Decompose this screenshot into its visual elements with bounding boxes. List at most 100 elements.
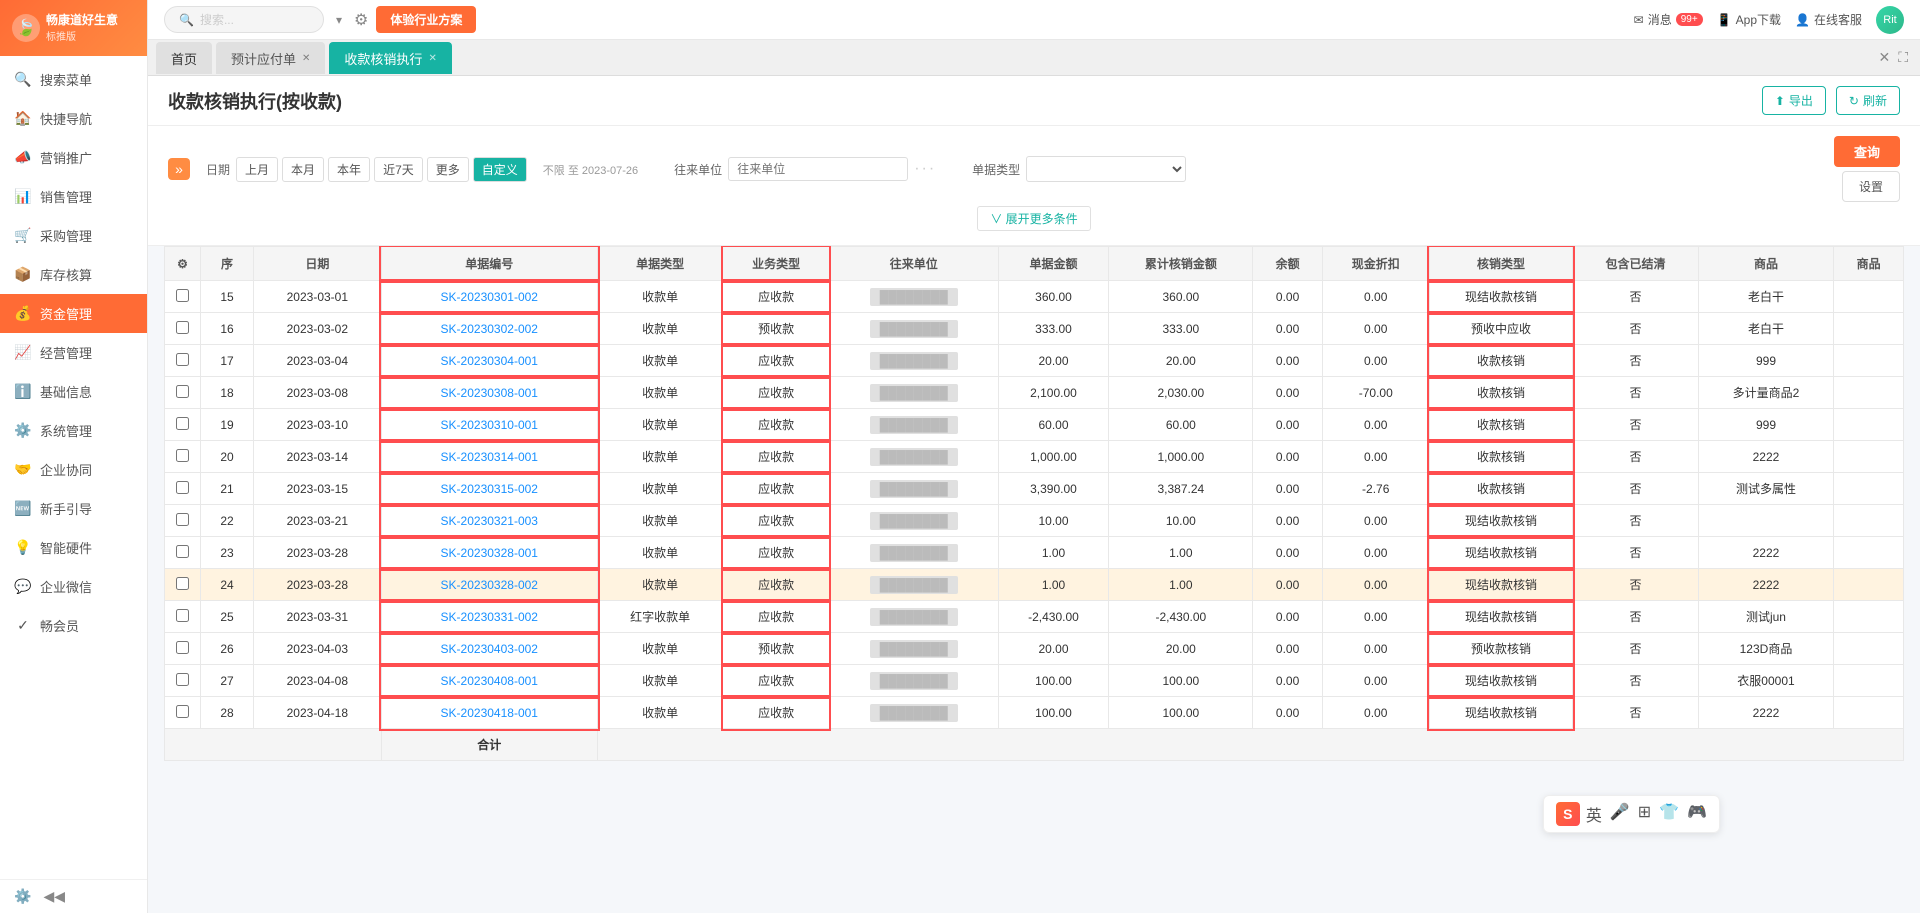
date-btn-this-month[interactable]: 本月	[282, 157, 324, 182]
filter-expand-row: ∨ 展开更多条件	[168, 202, 1900, 235]
prepay-tab-label: 预计应付单	[231, 49, 296, 68]
sidebar-item-enterprise[interactable]: 🤝 企业协同	[0, 450, 147, 489]
sidebar-item-sales[interactable]: 📊 销售管理	[0, 177, 147, 216]
doc-type-select[interactable]: 收款单 红字收款单	[1026, 156, 1186, 182]
close-window-icon[interactable]: ✕	[1878, 49, 1890, 66]
table-row: 23 2023-03-28 SK-20230328-001 收款单 应收款 ██…	[165, 537, 1904, 569]
messages-action[interactable]: ✉ 消息 99+	[1634, 11, 1703, 28]
tab-collection[interactable]: 收款核销执行 ✕	[329, 42, 451, 74]
row-checkbox[interactable]	[165, 345, 201, 377]
sidebar-item-quicknav[interactable]: 🏠 快捷导航	[0, 99, 147, 138]
bill-no-link[interactable]: SK-20230302-002	[441, 322, 538, 336]
date-btn-prev-month[interactable]: 上月	[236, 157, 278, 182]
bill-no-link[interactable]: SK-20230331-002	[441, 610, 538, 624]
sidebar-item-marketing[interactable]: 📣 营销推广	[0, 138, 147, 177]
expand-window-icon[interactable]: ⛶	[1898, 49, 1908, 66]
window-controls: ✕ ⛶	[1878, 49, 1912, 66]
row-bill-no: SK-20230315-002	[381, 473, 597, 505]
row-cash-discount: -70.00	[1322, 377, 1429, 409]
bill-no-link[interactable]: SK-20230328-002	[441, 578, 538, 592]
online-service-action[interactable]: 👤 在线客服	[1795, 11, 1862, 28]
refresh-button[interactable]: ↻ 刷新	[1836, 86, 1900, 115]
sidebar-item-finance[interactable]: 💰 资金管理	[0, 294, 147, 333]
sidebar: 🍃 畅康道好生意 标推版 🔍 搜索菜单 🏠 快捷导航 📣 营销推广 📊 销售管理…	[0, 0, 148, 913]
row-amount: 1,000.00	[998, 441, 1109, 473]
prepay-tab-close[interactable]: ✕	[302, 53, 310, 64]
bill-no-link[interactable]: SK-20230308-001	[441, 386, 538, 400]
sidebar-item-basic[interactable]: ℹ️ 基础信息	[0, 372, 147, 411]
bill-no-link[interactable]: SK-20230301-002	[441, 290, 538, 304]
row-checkbox[interactable]	[165, 665, 201, 697]
counterparty-blur: ████████	[870, 288, 958, 306]
date-btn-more[interactable]: 更多	[427, 157, 469, 182]
row-checkbox[interactable]	[165, 633, 201, 665]
bill-no-link[interactable]: SK-20230403-002	[441, 642, 538, 656]
row-counterparty: ████████	[829, 537, 998, 569]
row-checkbox[interactable]	[165, 409, 201, 441]
filter-settings-button[interactable]: 设置	[1842, 171, 1900, 202]
app-download-action[interactable]: 📱 App下载	[1717, 11, 1781, 28]
bill-no-link[interactable]: SK-20230314-001	[441, 450, 538, 464]
row-include-settled: 否	[1573, 409, 1698, 441]
settings-bottom-icon[interactable]: ⚙️	[14, 888, 31, 905]
dropdown-icon[interactable]: ▾	[336, 13, 342, 27]
marketing-icon: 📣	[14, 149, 32, 166]
row-checkbox[interactable]	[165, 601, 201, 633]
table-row: 18 2023-03-08 SK-20230308-001 收款单 应收款 ██…	[165, 377, 1904, 409]
row-checkbox[interactable]	[165, 473, 201, 505]
date-filter-label: 日期	[206, 161, 230, 178]
row-bill-type: 收款单	[598, 441, 723, 473]
expand-more-button[interactable]: ∨ 展开更多条件	[977, 206, 1090, 231]
row-checkbox[interactable]	[165, 377, 201, 409]
tab-home[interactable]: 首页	[156, 42, 212, 74]
sidebar-item-wechat[interactable]: 💬 企业微信	[0, 567, 147, 606]
collapse-icon[interactable]: ◀◀	[43, 888, 65, 905]
row-checkbox[interactable]	[165, 697, 201, 729]
sidebar-item-system[interactable]: ⚙️ 系统管理	[0, 411, 147, 450]
solution-button[interactable]: 体验行业方案	[376, 6, 476, 33]
row-checkbox[interactable]	[165, 537, 201, 569]
user-avatar[interactable]: Rit	[1876, 6, 1904, 34]
export-button[interactable]: ⬆ 导出	[1762, 86, 1826, 115]
doc-type-filter-group: 单据类型 收款单 红字收款单	[972, 156, 1186, 182]
bill-no-link[interactable]: SK-20230310-001	[441, 418, 538, 432]
sidebar-item-member[interactable]: ✓ 畅会员	[0, 606, 147, 645]
row-checkbox[interactable]	[165, 281, 201, 313]
row-checkbox[interactable]	[165, 313, 201, 345]
sidebar-item-guide[interactable]: 🆕 新手引导	[0, 489, 147, 528]
row-bill-no: SK-20230308-001	[381, 377, 597, 409]
table-settings-icon[interactable]: ⚙	[177, 257, 188, 271]
filter-expand-button[interactable]: »	[168, 158, 190, 180]
sidebar-item-inventory[interactable]: 📦 库存核算	[0, 255, 147, 294]
sidebar-item-operations[interactable]: 📈 经营管理	[0, 333, 147, 372]
row-include-settled: 否	[1573, 473, 1698, 505]
row-checkbox[interactable]	[165, 505, 201, 537]
date-btn-7days[interactable]: 近7天	[374, 157, 423, 182]
date-range-text: 不限 至 2023-07-26	[543, 162, 638, 178]
date-btn-this-year[interactable]: 本年	[328, 157, 370, 182]
th-gear[interactable]: ⚙	[165, 247, 201, 281]
bill-no-link[interactable]: SK-20230315-002	[441, 482, 538, 496]
sidebar-item-purchase[interactable]: 🛒 采购管理	[0, 216, 147, 255]
row-writeoff-amount: 1,000.00	[1109, 441, 1253, 473]
tab-prepay[interactable]: 预计应付单 ✕	[216, 42, 325, 74]
bill-no-link[interactable]: SK-20230304-001	[441, 354, 538, 368]
row-counterparty: ████████	[829, 345, 998, 377]
bill-no-link[interactable]: SK-20230328-001	[441, 546, 538, 560]
counterparty-input[interactable]	[728, 157, 908, 181]
row-checkbox[interactable]	[165, 441, 201, 473]
sidebar-item-hardware[interactable]: 💡 智能硬件	[0, 528, 147, 567]
bill-no-link[interactable]: SK-20230321-003	[441, 514, 538, 528]
row-counterparty: ████████	[829, 665, 998, 697]
sidebar-item-search[interactable]: 🔍 搜索菜单	[0, 60, 147, 99]
bill-no-link[interactable]: SK-20230408-001	[441, 674, 538, 688]
topbar-gear-icon[interactable]: ⚙	[354, 10, 368, 30]
collection-tab-close[interactable]: ✕	[428, 53, 436, 64]
date-btn-custom[interactable]: 自定义	[473, 157, 527, 182]
row-bill-no: SK-20230331-002	[381, 601, 597, 633]
row-biz-type: 应收款	[723, 505, 830, 537]
bill-no-link[interactable]: SK-20230418-001	[441, 706, 538, 720]
row-writeoff-type: 现结收款核销	[1429, 601, 1573, 633]
row-checkbox[interactable]	[165, 569, 201, 601]
query-button[interactable]: 查询	[1834, 136, 1900, 167]
